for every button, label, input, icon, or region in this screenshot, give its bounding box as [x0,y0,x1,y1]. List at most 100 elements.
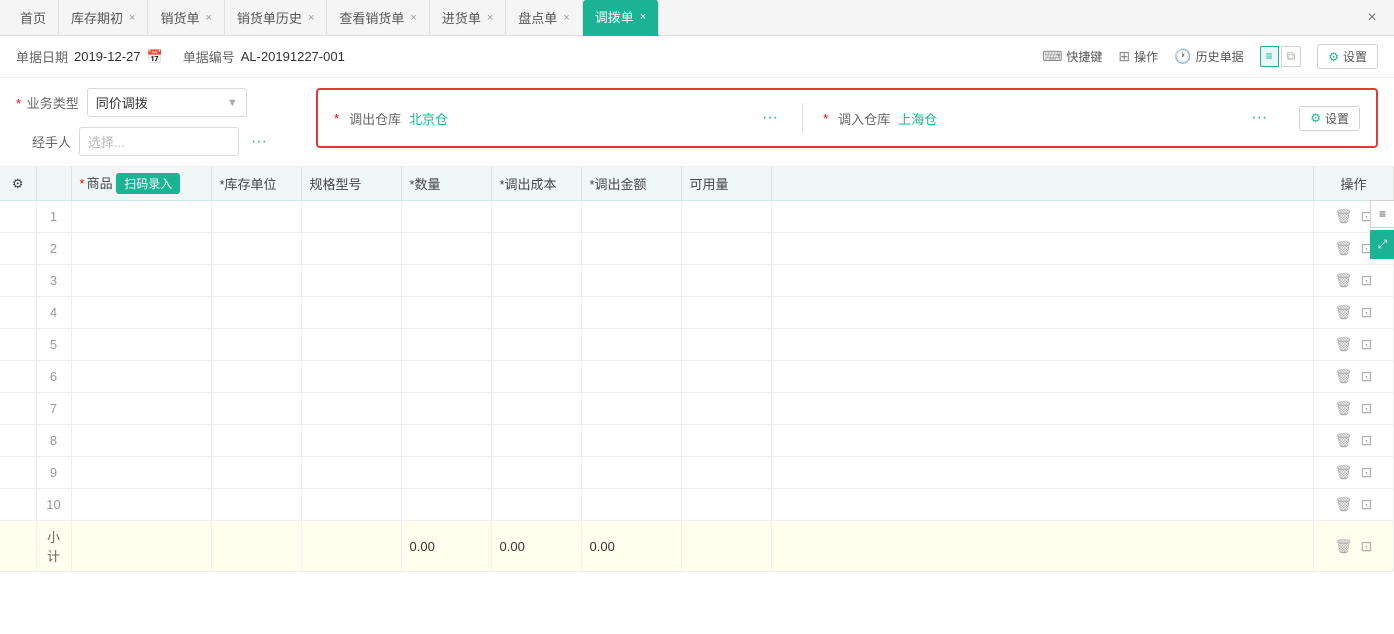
delete-icon-2[interactable]: 🗑 [1335,240,1353,257]
cell-unit-3 [211,265,301,297]
scan-input-button[interactable]: 扫码录入 [116,173,180,194]
cell-cost-7[interactable] [491,393,581,425]
tab-home[interactable]: 首页 [8,0,59,36]
cell-qty-6[interactable] [401,361,491,393]
cell-rownum-2: 2 [36,233,71,265]
operations-button[interactable]: ⊞ 操作 [1118,48,1158,65]
tab-close-inventory-init[interactable]: × [129,12,135,24]
delete-icon-9[interactable]: 🗑 [1335,464,1353,481]
tab-inventory-init[interactable]: 库存期初 × [59,0,148,36]
cell-product-4[interactable] [71,297,211,329]
gear-icon: ⚙ [1328,50,1339,64]
right-list-button[interactable]: ≡ [1370,200,1394,228]
cell-product-10[interactable] [71,489,211,521]
tab-close-view-sales[interactable]: × [410,12,416,24]
copy-icon-8[interactable]: ⊡ [1361,432,1373,449]
handler-more-button[interactable]: ··· [247,133,271,151]
cell-product-5[interactable] [71,329,211,361]
cell-qty-8[interactable] [401,425,491,457]
cell-product-9[interactable] [71,457,211,489]
col-settings-header[interactable]: ⚙ [0,167,36,201]
cell-cost-8[interactable] [491,425,581,457]
copy-icon-3[interactable]: ⊡ [1361,272,1373,289]
tab-inventory[interactable]: 盘点单 × [506,0,582,36]
col-cost-header: *调出成本 [491,167,581,201]
tab-sales-history[interactable]: 销货单历史 × [225,0,327,36]
cell-settings-4 [0,297,36,329]
cell-settings-8 [0,425,36,457]
copy-icon-5[interactable]: ⊡ [1361,336,1373,353]
warehouse-in-more-button[interactable]: ··· [1247,109,1271,127]
table-container: ⚙ *商品 扫码录入 *库存单位 规格型号 *数量 *调出成本 *调出金额 可用… [0,167,1394,572]
tab-sales-order[interactable]: 销货单 × [148,0,224,36]
cell-cost-1[interactable] [491,201,581,233]
cell-cost-9[interactable] [491,457,581,489]
shortcuts-button[interactable]: ⌨ 快捷键 [1042,48,1102,65]
cell-cost-5[interactable] [491,329,581,361]
cell-qty-5[interactable] [401,329,491,361]
grid-view-button[interactable]: ⧉ [1281,46,1302,67]
cell-product-8[interactable] [71,425,211,457]
copy-icon-4[interactable]: ⊡ [1361,304,1373,321]
delete-icon-1[interactable]: 🗑 [1335,208,1353,225]
delete-icon-8[interactable]: 🗑 [1335,432,1353,449]
copy-icon-10[interactable]: ⊡ [1361,496,1373,513]
cell-product-1[interactable] [71,201,211,233]
toolbar-right-actions: ⌨ 快捷键 ⊞ 操作 🕐 历史单据 ≡ ⧉ ⚙ 设置 [1042,44,1378,69]
cell-cost-4[interactable] [491,297,581,329]
cell-product-2[interactable] [71,233,211,265]
delete-icon-7[interactable]: 🗑 [1335,400,1353,417]
delete-icon-5[interactable]: 🗑 [1335,336,1353,353]
cell-cost-3[interactable] [491,265,581,297]
warehouse-setting-button[interactable]: ⚙ 设置 [1299,106,1360,131]
tab-close-transfer[interactable]: × [640,11,646,23]
cell-qty-7[interactable] [401,393,491,425]
tab-close-purchase[interactable]: × [487,12,493,24]
subtotal-delete-icon[interactable]: 🗑 [1335,538,1353,555]
cell-qty-9[interactable] [401,457,491,489]
cell-qty-10[interactable] [401,489,491,521]
window-close-button[interactable]: × [1358,4,1386,32]
tab-close-sales-history[interactable]: × [308,12,314,24]
tab-close-inventory[interactable]: × [563,12,569,24]
setting-button[interactable]: ⚙ 设置 [1317,44,1378,69]
delete-icon-6[interactable]: 🗑 [1335,368,1353,385]
cell-spec-3 [301,265,401,297]
handler-select[interactable]: 选择... [79,127,239,156]
warehouse-out-more-button[interactable]: ··· [758,109,782,127]
subtotal-cost: 0.00 [491,521,581,572]
cell-product-6[interactable] [71,361,211,393]
right-external-button[interactable]: ⤢ [1370,230,1394,259]
cell-cost-10[interactable] [491,489,581,521]
history-button[interactable]: 🕐 历史单据 [1174,48,1243,65]
cell-qty-3[interactable] [401,265,491,297]
cell-qty-2[interactable] [401,233,491,265]
calendar-icon[interactable]: 📅 [147,49,163,65]
cell-product-3[interactable] [71,265,211,297]
subtotal-copy-icon[interactable]: ⊡ [1361,538,1373,555]
delete-icon-3[interactable]: 🗑 [1335,272,1353,289]
copy-icon-7[interactable]: ⊡ [1361,400,1373,417]
copy-icon-6[interactable]: ⊡ [1361,368,1373,385]
cell-product-7[interactable] [71,393,211,425]
delete-icon-10[interactable]: 🗑 [1335,496,1353,513]
cell-cost-6[interactable] [491,361,581,393]
table-row: 8 🗑 ⊡ [0,425,1394,457]
grid-icon: ⊞ [1118,48,1130,65]
cell-qty-4[interactable] [401,297,491,329]
tab-transfer[interactable]: 调拨单 × [583,0,659,36]
delete-icon-4[interactable]: 🗑 [1335,304,1353,321]
cell-settings-1 [0,201,36,233]
handler-label: 经手人 [16,132,71,151]
cell-empty-1 [771,201,1314,233]
tab-close-sales-order[interactable]: × [205,12,211,24]
copy-icon-9[interactable]: ⊡ [1361,464,1373,481]
list-view-button[interactable]: ≡ [1260,46,1279,67]
cell-qty-1[interactable] [401,201,491,233]
business-type-select[interactable]: 同价调拨 ▼ [87,88,247,117]
tab-purchase[interactable]: 进货单 × [430,0,506,36]
cell-empty-8 [771,425,1314,457]
tab-view-sales[interactable]: 查看销货单 × [327,0,429,36]
cell-cost-2[interactable] [491,233,581,265]
cell-spec-4 [301,297,401,329]
